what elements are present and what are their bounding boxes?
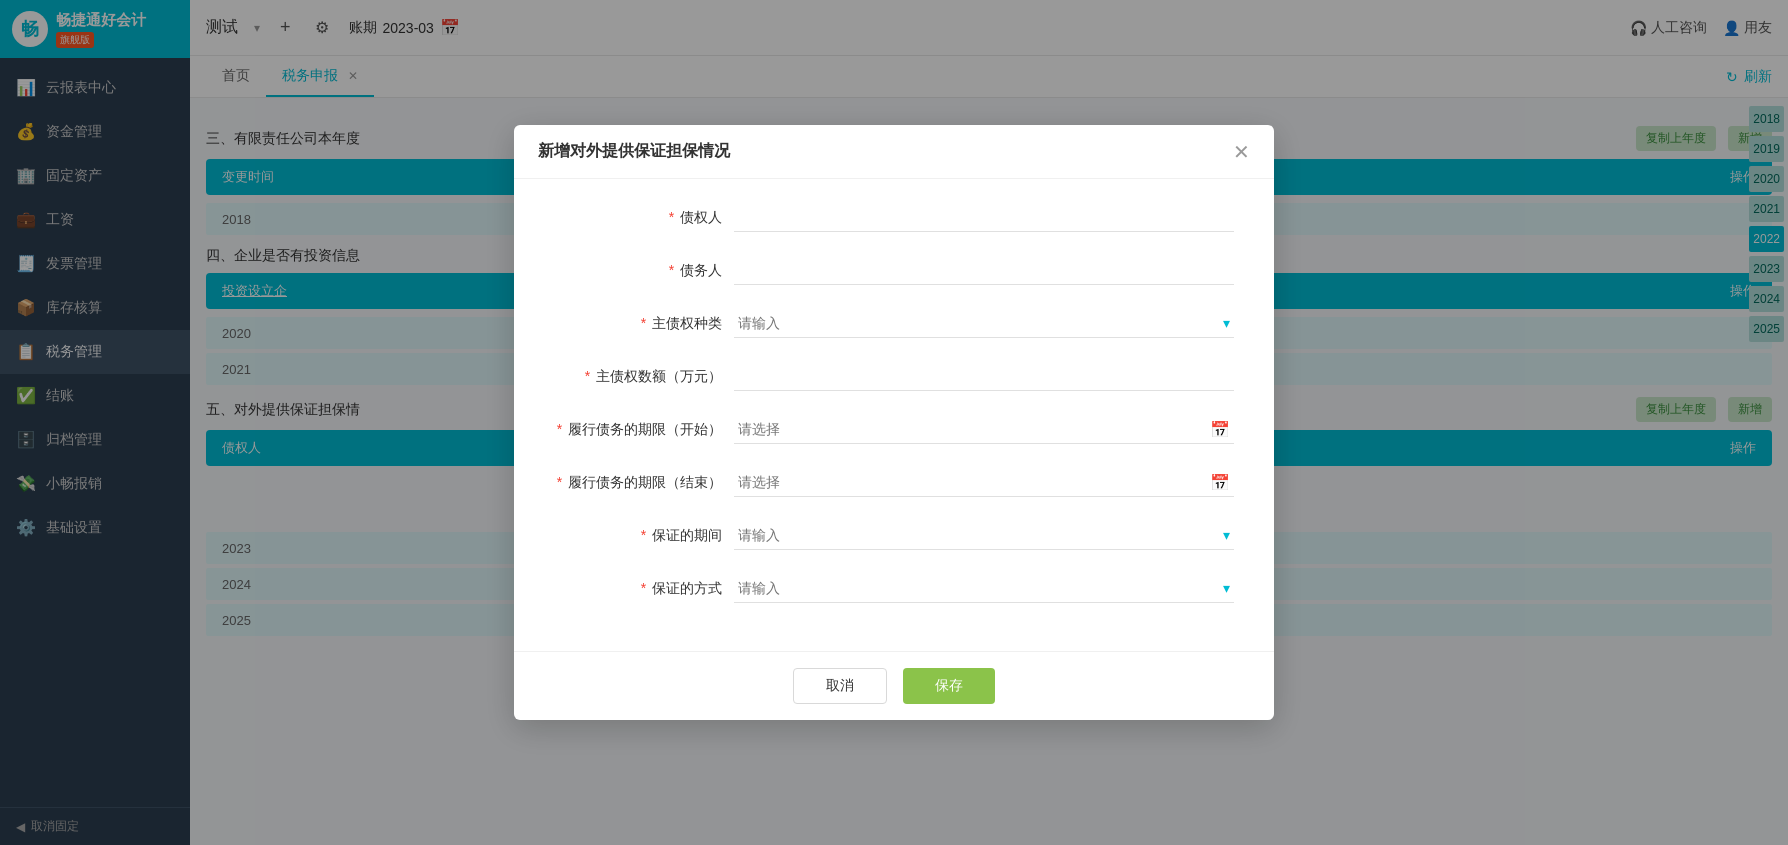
guarantee-method-arrow-icon[interactable]: ▾	[1219, 580, 1234, 596]
save-button[interactable]: 保存	[903, 668, 995, 704]
form-row-debtor: * 债务人	[554, 256, 1234, 285]
debt-type-input[interactable]	[734, 309, 1219, 337]
form-row-guarantee-period: * 保证的期间 ▾	[554, 521, 1234, 550]
modal-overlay: 新增对外提供保证担保情况 ✕ * 债权人 * 债务人	[0, 0, 1788, 845]
guarantee-period-select[interactable]: ▾	[734, 521, 1234, 550]
guarantee-method-select[interactable]: ▾	[734, 574, 1234, 603]
form-row-debt-amount: * 主债权数额（万元）	[554, 362, 1234, 391]
debt-type-arrow-icon[interactable]: ▾	[1219, 315, 1234, 331]
period-end-date-wrapper: 📅	[734, 468, 1234, 497]
form-row-creditor: * 债权人	[554, 203, 1234, 232]
period-end-calendar-icon[interactable]: 📅	[1206, 473, 1234, 492]
form-row-period-end: * 履行债务的期限（结束） 📅	[554, 468, 1234, 497]
debt-type-label: * 主债权种类	[554, 315, 734, 333]
debt-amount-input[interactable]	[734, 362, 1234, 391]
form-row-guarantee-method: * 保证的方式 ▾	[554, 574, 1234, 603]
guarantee-period-arrow-icon[interactable]: ▾	[1219, 527, 1234, 543]
form-row-debt-type: * 主债权种类 ▾	[554, 309, 1234, 338]
guarantee-period-input[interactable]	[734, 521, 1219, 549]
debtor-label: * 债务人	[554, 262, 734, 280]
cancel-button[interactable]: 取消	[793, 668, 887, 704]
debtor-input[interactable]	[734, 256, 1234, 285]
guarantee-period-label: * 保证的期间	[554, 527, 734, 545]
guarantee-method-label: * 保证的方式	[554, 580, 734, 598]
modal-close-button[interactable]: ✕	[1233, 142, 1250, 162]
form-row-period-start: * 履行债务的期限（开始） 📅	[554, 415, 1234, 444]
period-start-label: * 履行债务的期限（开始）	[554, 421, 734, 439]
modal-header: 新增对外提供保证担保情况 ✕	[514, 125, 1274, 179]
period-start-input[interactable]	[734, 415, 1206, 443]
modal-body: * 债权人 * 债务人 * 主债权种类	[514, 179, 1274, 651]
period-start-calendar-icon[interactable]: 📅	[1206, 420, 1234, 439]
modal-title: 新增对外提供保证担保情况	[538, 141, 730, 162]
modal-footer: 取消 保存	[514, 651, 1274, 720]
period-end-input[interactable]	[734, 468, 1206, 496]
guarantee-method-input[interactable]	[734, 574, 1219, 602]
debt-type-select[interactable]: ▾	[734, 309, 1234, 338]
debt-amount-label: * 主债权数额（万元）	[554, 368, 734, 386]
period-start-date-wrapper: 📅	[734, 415, 1234, 444]
creditor-input[interactable]	[734, 203, 1234, 232]
period-end-label: * 履行债务的期限（结束）	[554, 474, 734, 492]
modal-dialog: 新增对外提供保证担保情况 ✕ * 债权人 * 债务人	[514, 125, 1274, 720]
creditor-label: * 债权人	[554, 209, 734, 227]
